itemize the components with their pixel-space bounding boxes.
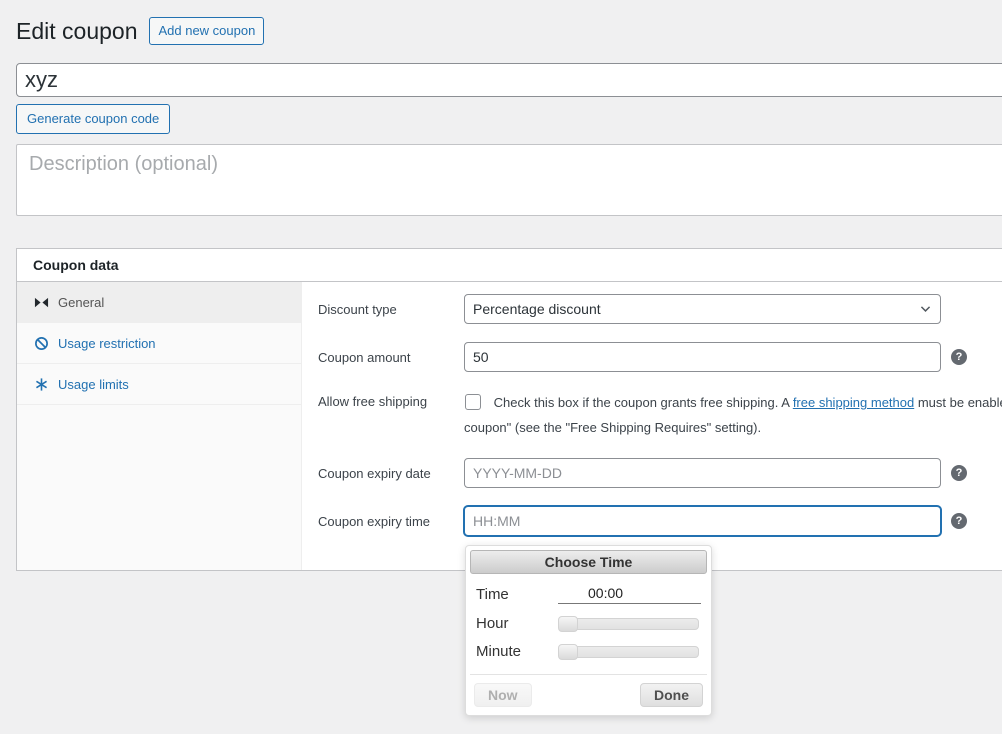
free-shipping-checkbox[interactable] [465,394,481,410]
free-shipping-description: Check this box if the coupon grants free… [464,390,1002,440]
free-shipping-text-2: must be enable [914,395,1002,410]
hour-label: Hour [476,615,558,632]
coupon-data-metabox: Coupon data General Usage restriction [16,248,1002,571]
expiry-time-field: Coupon expiry time ? [318,506,1002,536]
timepicker-minute-row: Minute [476,643,701,660]
coupon-data-tabs: General Usage restriction Usage limits [17,282,302,570]
tab-general[interactable]: General [17,282,301,323]
expiry-time-label: Coupon expiry time [318,514,464,529]
minute-label: Minute [476,643,558,660]
timepicker-title: Choose Time [470,550,707,574]
edit-coupon-page: Edit coupon Add new coupon Generate coup… [16,0,1002,571]
timepicker-buttons: Now Done [470,674,707,711]
minute-slider-handle[interactable] [558,644,578,660]
coupon-amount-input[interactable] [464,342,941,372]
coupon-code-input[interactable] [16,63,1002,97]
general-panel: Discount type Percentage discount Coupon… [302,282,1002,570]
general-icon [34,295,49,310]
help-icon[interactable]: ? [951,513,967,529]
expiry-date-input[interactable] [464,458,941,488]
help-icon[interactable]: ? [951,349,967,365]
discount-type-select[interactable]: Percentage discount [464,294,941,324]
timepicker-popup: Choose Time Time 00:00 Hour Minute Now D… [465,545,712,716]
generate-coupon-code-button[interactable]: Generate coupon code [16,104,170,134]
time-value[interactable]: 00:00 [558,585,701,604]
add-new-coupon-button[interactable]: Add new coupon [149,17,264,45]
timepicker-time-row: Time 00:00 [476,585,701,604]
page-heading-row: Edit coupon Add new coupon [16,16,1002,46]
discount-type-label: Discount type [318,302,464,317]
no-entry-icon [34,336,49,351]
expiry-date-label: Coupon expiry date [318,466,464,481]
hour-slider-handle[interactable] [558,616,578,632]
discount-type-field: Discount type Percentage discount [318,294,1002,324]
expiry-time-input[interactable] [464,506,941,536]
tab-general-label: General [58,295,104,310]
tab-usage-restriction-label: Usage restriction [58,336,156,351]
coupon-description-textarea[interactable] [16,144,1002,216]
tab-usage-limits-label: Usage limits [58,377,129,392]
coupon-data-title: Coupon data [17,249,1002,282]
free-shipping-method-link[interactable]: free shipping method [793,395,914,410]
free-shipping-text-1: Check this box if the coupon grants free… [494,395,793,410]
minute-slider[interactable] [558,646,699,658]
coupon-data-body: General Usage restriction Usage limits [17,282,1002,570]
now-button[interactable]: Now [474,683,532,707]
coupon-amount-field: Coupon amount ? [318,342,1002,372]
hour-slider[interactable] [558,618,699,630]
free-shipping-label: Allow free shipping [318,390,464,409]
coupon-amount-label: Coupon amount [318,350,464,365]
tab-usage-restriction[interactable]: Usage restriction [17,323,301,364]
page-title: Edit coupon [16,16,137,46]
asterisk-icon [34,377,49,392]
expiry-date-field: Coupon expiry date ? [318,458,1002,488]
free-shipping-text-3: coupon" (see the "Free Shipping Requires… [464,415,1002,440]
free-shipping-field: Allow free shipping Check this box if th… [318,390,1002,440]
time-label: Time [476,586,558,603]
tab-usage-limits[interactable]: Usage limits [17,364,301,405]
timepicker-hour-row: Hour [476,615,701,632]
help-icon[interactable]: ? [951,465,967,481]
done-button[interactable]: Done [640,683,703,707]
